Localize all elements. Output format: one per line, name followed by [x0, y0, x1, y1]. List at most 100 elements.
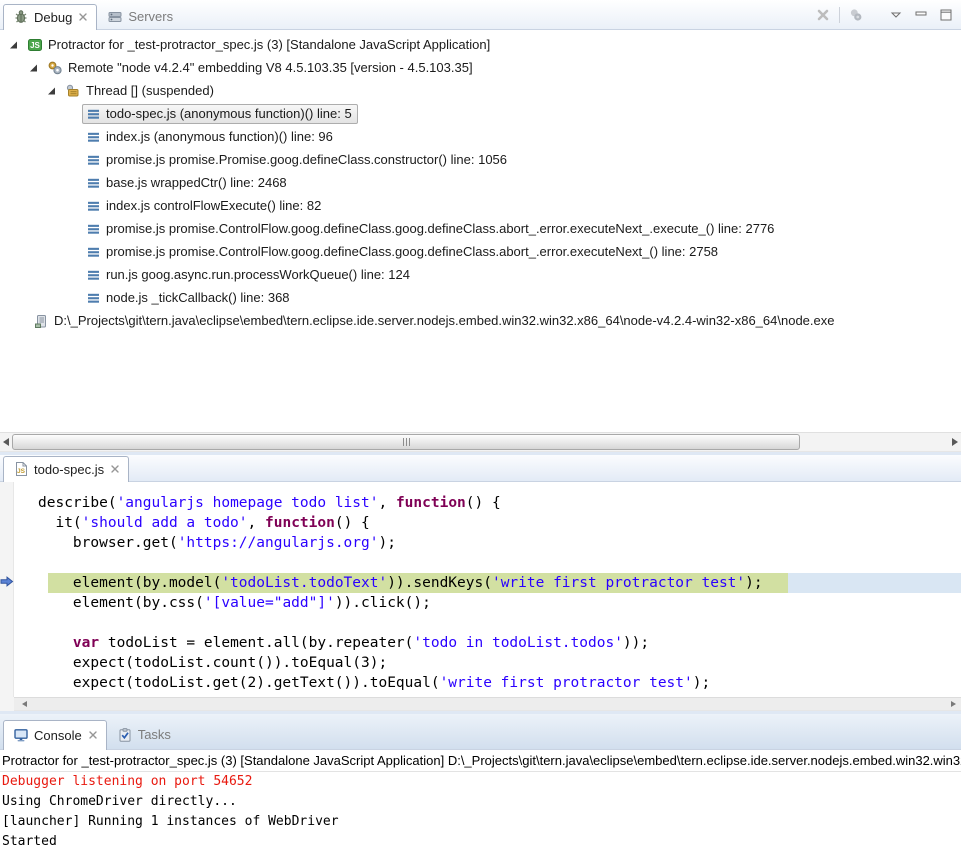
tree-item-label: run.js goog.async.run.processWorkQueue()…	[106, 267, 410, 282]
js-app-icon: JS	[27, 37, 43, 53]
v8-gears-icon	[47, 60, 63, 76]
remove-all-icon	[815, 7, 831, 23]
tree-item-label: index.js controlFlowExecute() line: 82	[106, 198, 321, 213]
tree-expander-icon[interactable]	[6, 37, 22, 53]
stack-frame-icon	[85, 129, 101, 145]
debug-view-toolbar	[814, 6, 955, 24]
maximize-icon	[938, 7, 954, 23]
debug-tree-item[interactable]: JS Protractor for _test-protractor_spec.j…	[0, 33, 961, 56]
stack-frame-icon	[85, 244, 101, 260]
stack-frame-item[interactable]: promise.js promise.ControlFlow.goog.defi…	[0, 217, 961, 240]
tree-item-label: D:\_Projects\git\tern.java\eclipse\embed…	[54, 313, 834, 328]
console-output: Debugger listening on port 54652Using Ch…	[0, 772, 961, 852]
tasks-icon	[117, 727, 133, 743]
console-line: [launcher] Running 1 instances of WebDri…	[2, 812, 961, 832]
stack-frame-item[interactable]: node.js _tickCallback() line: 368	[0, 286, 961, 309]
minimize-button[interactable]	[912, 6, 930, 24]
debug-launch-tree: JS Protractor for _test-protractor_spec.j…	[0, 30, 961, 432]
editor-horizontal-scrollbar[interactable]	[14, 697, 961, 711]
tree-item-label: base.js wrappedCtr() line: 2468	[106, 175, 287, 190]
scroll-right-arrow-icon[interactable]	[947, 698, 959, 710]
console-view-tabbar: Console Tasks	[0, 714, 961, 750]
close-icon[interactable]	[111, 465, 119, 473]
tab-servers[interactable]: Servers	[97, 3, 183, 29]
bug-icon	[13, 9, 29, 25]
code-line: expect(todoList.get(2).getText()).toEqua…	[38, 673, 961, 693]
tree-item-label: Thread [] (suspended)	[86, 83, 214, 98]
tree-item-label: index.js (anonymous function)() line: 96	[106, 129, 333, 144]
stack-frame-item[interactable]: index.js (anonymous function)() line: 96	[0, 125, 961, 148]
annotation-ruler[interactable]	[0, 482, 14, 697]
minimize-icon	[913, 7, 929, 23]
editor-tabbar: JS todo-spec.js	[0, 455, 961, 482]
tree-expander-icon[interactable]	[26, 60, 42, 76]
stack-frame-icon	[85, 198, 101, 214]
stack-frame-icon	[85, 175, 101, 191]
code-editor[interactable]: describe('angularjs homepage todo list',…	[0, 482, 961, 697]
instruction-pointer-icon	[0, 573, 15, 589]
stack-frame-icon	[85, 267, 101, 283]
launch-group-button[interactable]	[847, 6, 865, 24]
stack-frame-item[interactable]: todo-spec.js (anonymous function)() line…	[0, 102, 961, 125]
code-line: var todoList = element.all(by.repeater('…	[38, 633, 961, 653]
view-menu-button[interactable]	[887, 6, 905, 24]
tab-debug[interactable]: Debug	[3, 4, 97, 30]
remove-all-terminated-button[interactable]	[814, 6, 832, 24]
scroll-left-arrow-icon[interactable]	[18, 698, 30, 710]
launch-group-icon	[848, 7, 864, 23]
tree-item-label: promise.js promise.ControlFlow.goog.defi…	[106, 221, 774, 236]
code-line: element(by.css('[value="add"]')).click()…	[38, 593, 961, 613]
svg-text:JS: JS	[30, 41, 40, 50]
tree-item-label: node.js _tickCallback() line: 368	[106, 290, 290, 305]
console-icon	[13, 727, 29, 743]
console-line: Started	[2, 832, 961, 852]
stack-frame-icon	[85, 221, 101, 237]
debug-tree-item[interactable]: D:\_Projects\git\tern.java\eclipse\embed…	[0, 309, 961, 332]
scroll-left-arrow-icon[interactable]	[0, 433, 12, 451]
tree-expander-icon[interactable]	[44, 83, 60, 99]
line-selection-highlight	[788, 573, 961, 593]
close-icon[interactable]	[79, 13, 87, 21]
stack-frame-icon	[85, 106, 101, 122]
scrollbar-thumb[interactable]	[12, 434, 800, 450]
console-output-area[interactable]: Protractor for _test-protractor_spec.js …	[0, 750, 961, 863]
tab-label: Tasks	[138, 727, 171, 742]
stack-frame-item[interactable]: base.js wrappedCtr() line: 2468	[0, 171, 961, 194]
code-line: expect(todoList.count()).toEqual(3);	[38, 653, 961, 673]
tab-tasks[interactable]: Tasks	[107, 719, 181, 749]
stack-frame-item[interactable]: promise.js promise.ControlFlow.goog.defi…	[0, 240, 961, 263]
scroll-right-arrow-icon[interactable]	[949, 433, 961, 451]
code-line	[38, 553, 961, 573]
process-icon	[33, 313, 49, 329]
editor-area: JS todo-spec.js describe('angularjs homep…	[0, 455, 961, 711]
stack-frame-item[interactable]: promise.js promise.Promise.goog.defineCl…	[0, 148, 961, 171]
close-icon[interactable]	[89, 731, 97, 739]
chevron-down-icon	[888, 7, 904, 23]
stack-frame-icon	[85, 152, 101, 168]
tree-item-label: Protractor for _test-protractor_spec.js …	[48, 37, 490, 52]
tree-item-label: Remote "node v4.2.4" embedding V8 4.5.10…	[68, 60, 473, 75]
console-line: Using ChromeDriver directly...	[2, 792, 961, 812]
current-debug-line: element(by.model('todoList.todoText')).s…	[38, 573, 961, 593]
code-content[interactable]: describe('angularjs homepage todo list',…	[14, 482, 961, 697]
tab-todo-spec-js[interactable]: JS todo-spec.js	[3, 456, 129, 482]
debug-horizontal-scrollbar[interactable]	[0, 432, 961, 452]
debug-tree-item[interactable]: Remote "node v4.2.4" embedding V8 4.5.10…	[0, 56, 961, 79]
tab-label: Console	[34, 728, 82, 743]
tree-item-label: promise.js promise.Promise.goog.defineCl…	[106, 152, 507, 167]
debug-tree-item[interactable]: Thread [] (suspended)	[0, 79, 961, 102]
stack-frame-icon	[85, 290, 101, 306]
thread-icon	[65, 83, 81, 99]
tab-console[interactable]: Console	[3, 720, 107, 750]
stack-frame-item[interactable]: run.js goog.async.run.processWorkQueue()…	[0, 263, 961, 286]
stack-frame-item[interactable]: index.js controlFlowExecute() line: 82	[0, 194, 961, 217]
tab-label: todo-spec.js	[34, 462, 104, 477]
svg-text:JS: JS	[17, 468, 26, 475]
tree-item-label: promise.js promise.ControlFlow.goog.defi…	[106, 244, 718, 259]
code-line: it('should add a todo', function() {	[38, 513, 961, 533]
tab-label: Debug	[34, 10, 72, 25]
maximize-button[interactable]	[937, 6, 955, 24]
scrollbar-corner	[0, 697, 14, 711]
tree-item-label: todo-spec.js (anonymous function)() line…	[106, 106, 352, 121]
console-view: Console Tasks Protractor for _test-protra…	[0, 714, 961, 863]
